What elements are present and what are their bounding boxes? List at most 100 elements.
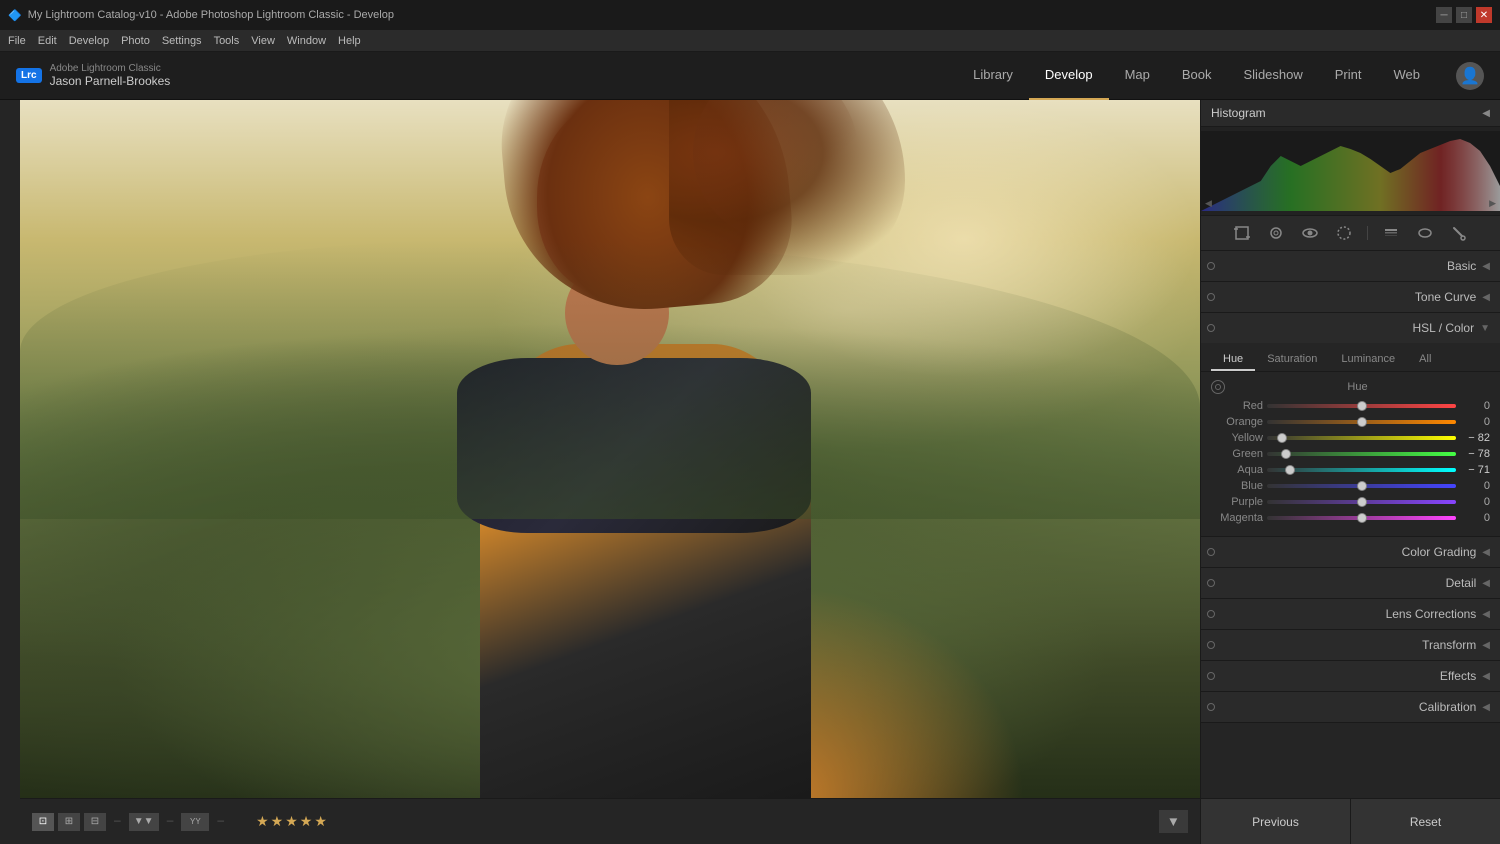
hsl-color-panel-header[interactable]: HSL / Color ▼ <box>1201 313 1500 343</box>
hsl-purple-row: Purple 0 <box>1211 496 1490 508</box>
image-bottom-bar: ⊡ ⊞ ⊟ – ▼▼ – YY – ★ ★ ★ ★ ★ ▼ <box>20 798 1200 844</box>
develop-panels: Basic ◀ Tone Curve ◀ HSL / <box>1201 251 1500 798</box>
histogram-toggle[interactable]: ◀ <box>1482 108 1490 119</box>
hsl-orange-value: 0 <box>1460 416 1490 428</box>
minimize-button[interactable]: ─ <box>1436 7 1452 23</box>
hsl-red-row: Red 0 <box>1211 400 1490 412</box>
menu-file[interactable]: File <box>8 35 26 47</box>
nav-map[interactable]: Map <box>1109 52 1166 100</box>
hsl-blue-slider[interactable] <box>1267 484 1456 488</box>
compare-view-button[interactable]: ⊞ <box>58 813 80 831</box>
red-eye-tool[interactable] <box>1299 222 1321 244</box>
calibration-panel-label: Calibration <box>1419 700 1476 714</box>
transform-panel-header[interactable]: Transform ◀ <box>1201 630 1500 660</box>
hsl-orange-thumb <box>1357 417 1367 427</box>
detail-panel-dot <box>1207 579 1215 587</box>
nav-library[interactable]: Library <box>957 52 1029 100</box>
menu-help[interactable]: Help <box>338 35 361 47</box>
nav-web[interactable]: Web <box>1378 52 1437 100</box>
menu-settings[interactable]: Settings <box>162 35 202 47</box>
menu-view[interactable]: View <box>251 35 275 47</box>
hsl-tab-hue[interactable]: Hue <box>1211 349 1255 371</box>
hsl-target-row: Hue <box>1211 380 1490 394</box>
menu-window[interactable]: Window <box>287 35 326 47</box>
basic-panel-header[interactable]: Basic ◀ <box>1201 251 1500 281</box>
hsl-tabs: Hue Saturation Luminance All <box>1201 343 1500 372</box>
hsl-yellow-value: − 82 <box>1460 432 1490 444</box>
user-avatar[interactable]: 👤 <box>1456 62 1484 90</box>
tone-curve-panel: Tone Curve ◀ <box>1201 282 1500 313</box>
hsl-tab-saturation[interactable]: Saturation <box>1255 349 1329 371</box>
reset-button[interactable]: Reset <box>1350 799 1500 844</box>
hsl-red-label: Red <box>1211 400 1263 412</box>
hsl-purple-slider[interactable] <box>1267 500 1456 504</box>
hsl-magenta-slider[interactable] <box>1267 516 1456 520</box>
hsl-aqua-value: − 71 <box>1460 464 1490 476</box>
color-grading-panel-label: Color Grading <box>1402 545 1477 559</box>
survey-view-button[interactable]: ⊟ <box>84 813 106 831</box>
radial-filter-tool[interactable] <box>1414 222 1436 244</box>
detail-panel-header[interactable]: Detail ◀ <box>1201 568 1500 598</box>
color-grading-panel: Color Grading ◀ <box>1201 537 1500 568</box>
hsl-aqua-slider[interactable] <box>1267 468 1456 472</box>
image-canvas[interactable] <box>20 100 1200 798</box>
hsl-green-slider[interactable] <box>1267 452 1456 456</box>
hsl-tab-all[interactable]: All <box>1407 349 1443 371</box>
previous-button[interactable]: Previous <box>1201 799 1350 844</box>
hsl-orange-slider[interactable] <box>1267 420 1456 424</box>
crop-tool[interactable] <box>1231 222 1253 244</box>
adjustment-brush-tool[interactable] <box>1448 222 1470 244</box>
menu-tools[interactable]: Tools <box>214 35 240 47</box>
star-1[interactable]: ★ <box>256 813 269 830</box>
spot-removal-tool[interactable] <box>1265 222 1287 244</box>
maximize-button[interactable]: □ <box>1456 7 1472 23</box>
star-2[interactable]: ★ <box>271 813 284 830</box>
color-grading-panel-dot <box>1207 548 1215 556</box>
star-4[interactable]: ★ <box>300 813 313 830</box>
transform-panel-label: Transform <box>1422 638 1476 652</box>
basic-panel-label: Basic <box>1447 259 1476 273</box>
hsl-yellow-slider[interactable] <box>1267 436 1456 440</box>
effects-panel-label: Effects <box>1440 669 1476 683</box>
calibration-panel: Calibration ◀ <box>1201 692 1500 723</box>
hsl-yellow-row: Yellow − 82 <box>1211 432 1490 444</box>
hsl-green-row: Green − 78 <box>1211 448 1490 460</box>
filmstrip-toggle-button[interactable]: ▼ <box>1159 810 1188 833</box>
color-grading-panel-header[interactable]: Color Grading ◀ <box>1201 537 1500 567</box>
single-view-button[interactable]: ⊡ <box>32 813 54 831</box>
basic-panel: Basic ◀ <box>1201 251 1500 282</box>
transform-panel-dot <box>1207 641 1215 649</box>
hsl-tab-luminance[interactable]: Luminance <box>1329 349 1407 371</box>
hsl-yellow-label: Yellow <box>1211 432 1263 444</box>
lens-corrections-panel-header[interactable]: Lens Corrections ◀ <box>1201 599 1500 629</box>
color-grading-panel-arrow: ◀ <box>1482 547 1490 558</box>
hsl-target-button[interactable] <box>1211 380 1225 394</box>
nav-print[interactable]: Print <box>1319 52 1378 100</box>
graduated-filter-tool[interactable] <box>1380 222 1402 244</box>
effects-panel-header[interactable]: Effects ◀ <box>1201 661 1500 691</box>
calibration-panel-header[interactable]: Calibration ◀ <box>1201 692 1500 722</box>
star-3[interactable]: ★ <box>285 813 298 830</box>
menu-develop[interactable]: Develop <box>69 35 109 47</box>
tone-curve-panel-dot <box>1207 293 1215 301</box>
hsl-green-label: Green <box>1211 448 1263 460</box>
tone-curve-panel-label: Tone Curve <box>1415 290 1476 304</box>
tone-curve-panel-header[interactable]: Tone Curve ◀ <box>1201 282 1500 312</box>
tone-curve-panel-arrow: ◀ <box>1482 292 1490 303</box>
menu-photo[interactable]: Photo <box>121 35 150 47</box>
close-button[interactable]: ✕ <box>1476 7 1492 23</box>
hsl-magenta-thumb <box>1357 513 1367 523</box>
hsl-red-slider[interactable] <box>1267 404 1456 408</box>
transform-panel: Transform ◀ <box>1201 630 1500 661</box>
hsl-purple-label: Purple <box>1211 496 1263 508</box>
masking-tool[interactable] <box>1333 222 1355 244</box>
nav-book[interactable]: Book <box>1166 52 1228 100</box>
nav-develop[interactable]: Develop <box>1029 52 1109 100</box>
hsl-yellow-thumb <box>1277 433 1287 443</box>
menu-edit[interactable]: Edit <box>38 35 57 47</box>
secondary-view-button[interactable]: YY <box>181 813 209 831</box>
hsl-blue-value: 0 <box>1460 480 1490 492</box>
filmstrip-button[interactable]: ▼▼ <box>129 813 159 831</box>
nav-slideshow[interactable]: Slideshow <box>1228 52 1319 100</box>
star-5[interactable]: ★ <box>314 813 327 830</box>
